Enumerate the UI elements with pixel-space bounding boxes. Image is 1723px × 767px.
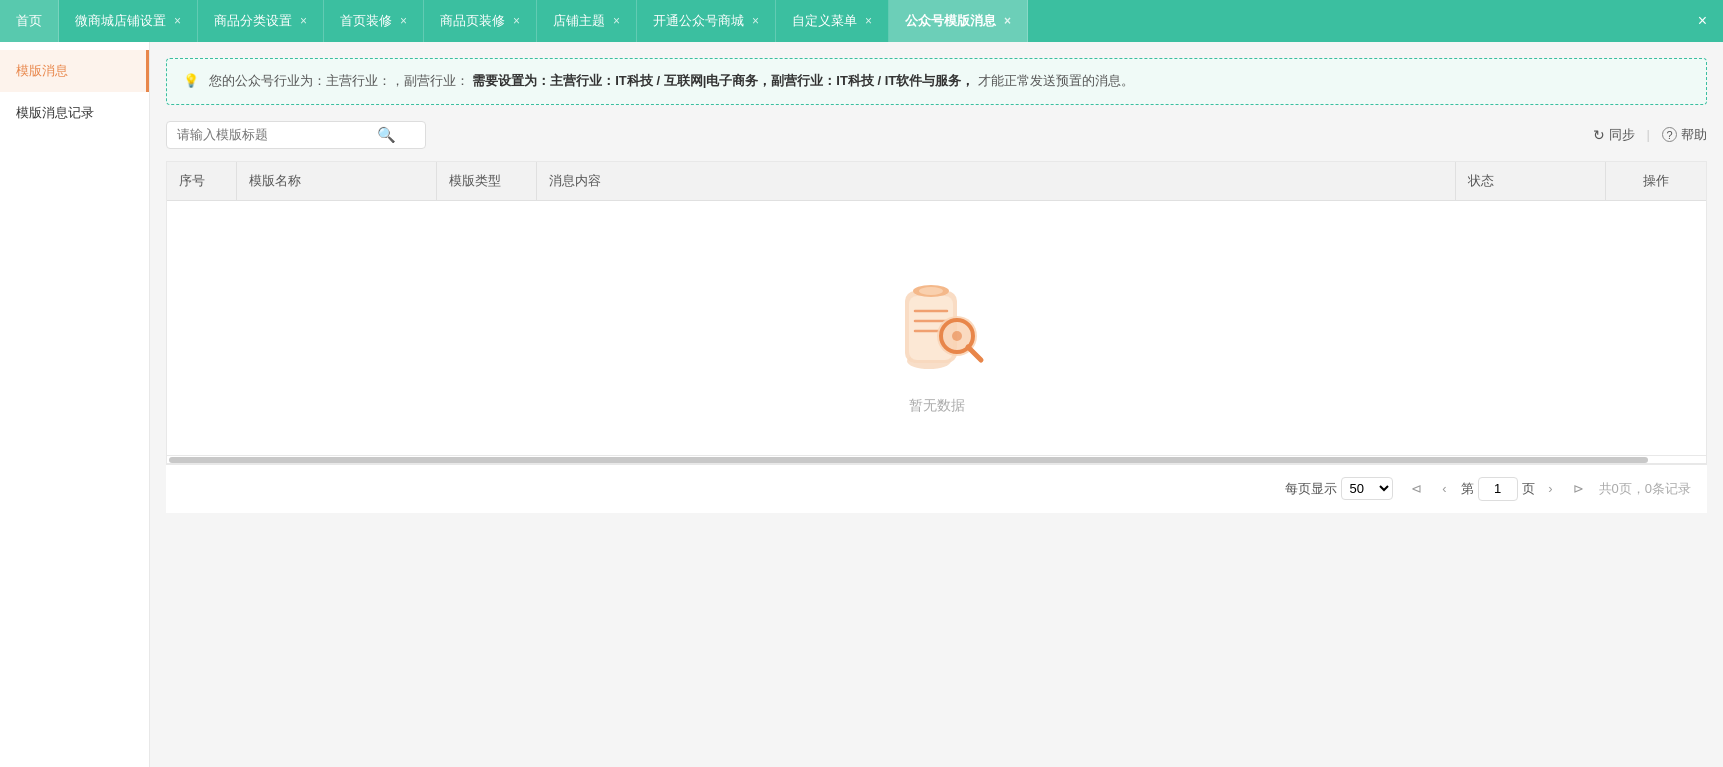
toolbar-right: ↻ 同步 | ? 帮助 <box>1593 126 1707 144</box>
search-bar: 🔍 ↻ 同步 | ? 帮助 <box>166 121 1707 149</box>
col-header-type: 模版类型 <box>437 162 537 200</box>
tab-home-decor[interactable]: 首页装修 × <box>324 0 424 42</box>
horizontal-scrollbar[interactable] <box>167 455 1706 463</box>
col-header-status: 状态 <box>1456 162 1606 200</box>
main-layout: 模版消息 模版消息记录 💡 您的公众号行业为：主营行业：，副营行业： 需要设置为… <box>0 42 1723 767</box>
current-page-input[interactable] <box>1478 477 1518 501</box>
search-input[interactable] <box>177 127 377 142</box>
total-info: 共0页，0条记录 <box>1599 480 1691 498</box>
table-header: 序号 模版名称 模版类型 消息内容 状态 操作 <box>167 162 1706 201</box>
page-size-dropdown[interactable]: 10 20 50 100 <box>1341 477 1393 500</box>
svg-point-7 <box>919 287 943 295</box>
sync-icon: ↻ <box>1593 127 1605 143</box>
sidebar-item-template-msg[interactable]: 模版消息 <box>0 50 149 92</box>
tab-wechat-shop[interactable]: 开通公众号商城 × <box>637 0 776 42</box>
tab-bar: 首页 微商城店铺设置 × 商品分类设置 × 首页装修 × 商品页装修 × 店铺主… <box>0 0 1723 42</box>
tab-product-cat[interactable]: 商品分类设置 × <box>198 0 324 42</box>
search-input-wrap: 🔍 <box>166 121 426 149</box>
content-area: 💡 您的公众号行业为：主营行业：，副营行业： 需要设置为：主营行业：IT科技 /… <box>150 42 1723 767</box>
tab-bar-close-all[interactable]: × <box>1682 0 1723 42</box>
tab-wsc-store[interactable]: 微商城店铺设置 × <box>59 0 198 42</box>
col-header-action: 操作 <box>1606 162 1706 200</box>
tab-close-custom-menu[interactable]: × <box>865 14 872 28</box>
empty-state: 暂无数据 <box>167 201 1706 455</box>
tab-close-store-theme[interactable]: × <box>613 14 620 28</box>
search-icon[interactable]: 🔍 <box>377 126 396 144</box>
tab-product-decor[interactable]: 商品页装修 × <box>424 0 537 42</box>
tab-store-theme[interactable]: 店铺主题 × <box>537 0 637 42</box>
tab-close-wechat-shop[interactable]: × <box>752 14 759 28</box>
col-header-seq: 序号 <box>167 162 237 200</box>
help-button[interactable]: ? 帮助 <box>1662 126 1707 144</box>
empty-icon <box>877 261 997 381</box>
tab-home[interactable]: 首页 <box>0 0 59 42</box>
prev-page-button[interactable]: ‹ <box>1433 477 1457 501</box>
page-size-select: 每页显示 10 20 50 100 <box>1285 477 1397 500</box>
page-nav: ⊲ ‹ 第 页 › ⊳ <box>1405 477 1591 501</box>
col-header-content: 消息内容 <box>537 162 1456 200</box>
scrollbar-thumb[interactable] <box>169 457 1648 463</box>
svg-line-10 <box>968 347 981 360</box>
tab-close-product-decor[interactable]: × <box>513 14 520 28</box>
notice-box: 💡 您的公众号行业为：主营行业：，副营行业： 需要设置为：主营行业：IT科技 /… <box>166 58 1707 105</box>
notice-icon: 💡 <box>183 73 199 88</box>
tab-close-product-cat[interactable]: × <box>300 14 307 28</box>
tab-close-wsc-store[interactable]: × <box>174 14 181 28</box>
col-header-name: 模版名称 <box>237 162 437 200</box>
tab-close-template-msg[interactable]: × <box>1004 14 1011 28</box>
sync-button[interactable]: ↻ 同步 <box>1593 126 1635 144</box>
last-page-button[interactable]: ⊳ <box>1567 477 1591 501</box>
pagination: 每页显示 10 20 50 100 ⊲ ‹ 第 页 › ⊳ 共0页，0条记录 <box>166 464 1707 513</box>
data-table: 序号 模版名称 模版类型 消息内容 状态 操作 <box>166 161 1707 464</box>
next-page-button[interactable]: › <box>1539 477 1563 501</box>
sidebar-item-template-msg-record[interactable]: 模版消息记录 <box>0 92 149 134</box>
tab-custom-menu[interactable]: 自定义菜单 × <box>776 0 889 42</box>
sidebar: 模版消息 模版消息记录 <box>0 42 150 767</box>
tab-close-home-decor[interactable]: × <box>400 14 407 28</box>
tab-template-msg[interactable]: 公众号模版消息 × <box>889 0 1028 42</box>
help-icon: ? <box>1662 127 1677 142</box>
divider: | <box>1647 127 1650 142</box>
empty-text: 暂无数据 <box>909 397 965 415</box>
first-page-button[interactable]: ⊲ <box>1405 477 1429 501</box>
svg-point-11 <box>952 331 962 341</box>
